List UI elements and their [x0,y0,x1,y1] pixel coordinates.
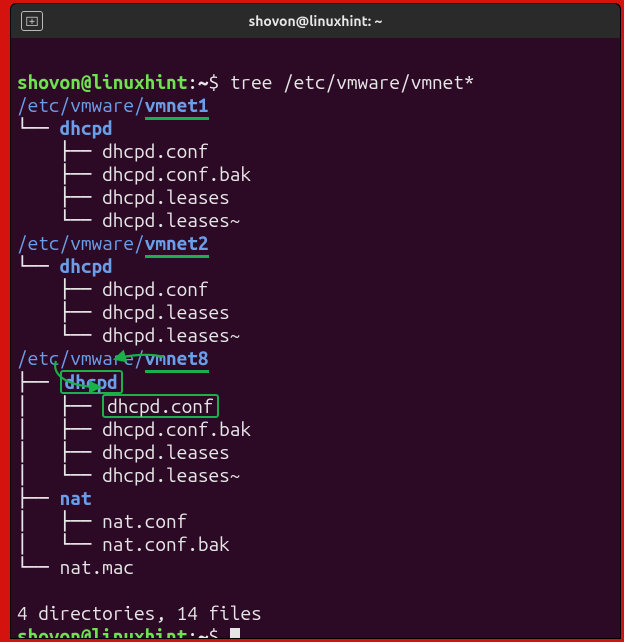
tree-row: ├── nat [17,487,91,509]
prompt-user: shovon@linuxhint [17,71,187,93]
new-tab-icon [26,15,38,27]
summary-line: 4 directories, 14 files [17,602,262,624]
cursor [230,628,240,639]
tree-row: │ └── nat.conf.bak [17,533,230,555]
tree-row: └── dhcpd [17,255,113,277]
titlebar: shovon@linuxhint: ~ [11,4,620,38]
tree-row: ├── dhcpd.conf.bak [17,163,251,185]
tree-row: │ └── dhcpd.leases~ [17,464,240,486]
command: tree /etc/vmware/vmnet* [230,71,475,93]
tree-row: │ ├── dhcpd.conf [17,395,219,417]
tree-row: ├── dhcpd.conf [17,140,209,162]
prompt-line-1: shovon@linuxhint:~$ tree /etc/vmware/vmn… [17,71,475,93]
prompt-path: ~ [198,71,209,93]
tree-row: ├── dhcpd.leases [17,301,230,323]
tree-row: └── dhcpd.leases~ [17,209,240,231]
tree-row: └── dhcpd.leases~ [17,324,240,346]
tree-row: │ ├── nat.conf [17,510,187,532]
dhcpd-conf-highlight: dhcpd.conf [102,394,218,418]
tree-row: ├── dhcpd.conf [17,278,209,300]
tree-row: │ ├── dhcpd.conf.bak [17,418,251,440]
tree-row: ├── dhcpd [17,371,123,393]
window-title: shovon@linuxhint: ~ [11,10,620,33]
vmnet8-label: vmnet8 [145,347,209,373]
terminal-window: shovon@linuxhint: ~ shovon@linuxhint:~$ … [10,3,621,639]
tree-row: └── nat.mac [17,556,134,578]
vmnet2-label: vmnet2 [145,232,209,258]
tree-row: │ ├── dhcpd.leases [17,441,230,463]
prompt-line-2: shovon@linuxhint:~$ [17,625,240,639]
terminal-body[interactable]: shovon@linuxhint:~$ tree /etc/vmware/vmn… [11,38,620,639]
tree-row: └── dhcpd [17,117,113,139]
vmnet1-label: vmnet1 [145,94,209,120]
new-tab-button[interactable] [21,11,43,31]
tree-row: ├── dhcpd.leases [17,186,230,208]
dhcpd-highlight: dhcpd [60,370,123,394]
